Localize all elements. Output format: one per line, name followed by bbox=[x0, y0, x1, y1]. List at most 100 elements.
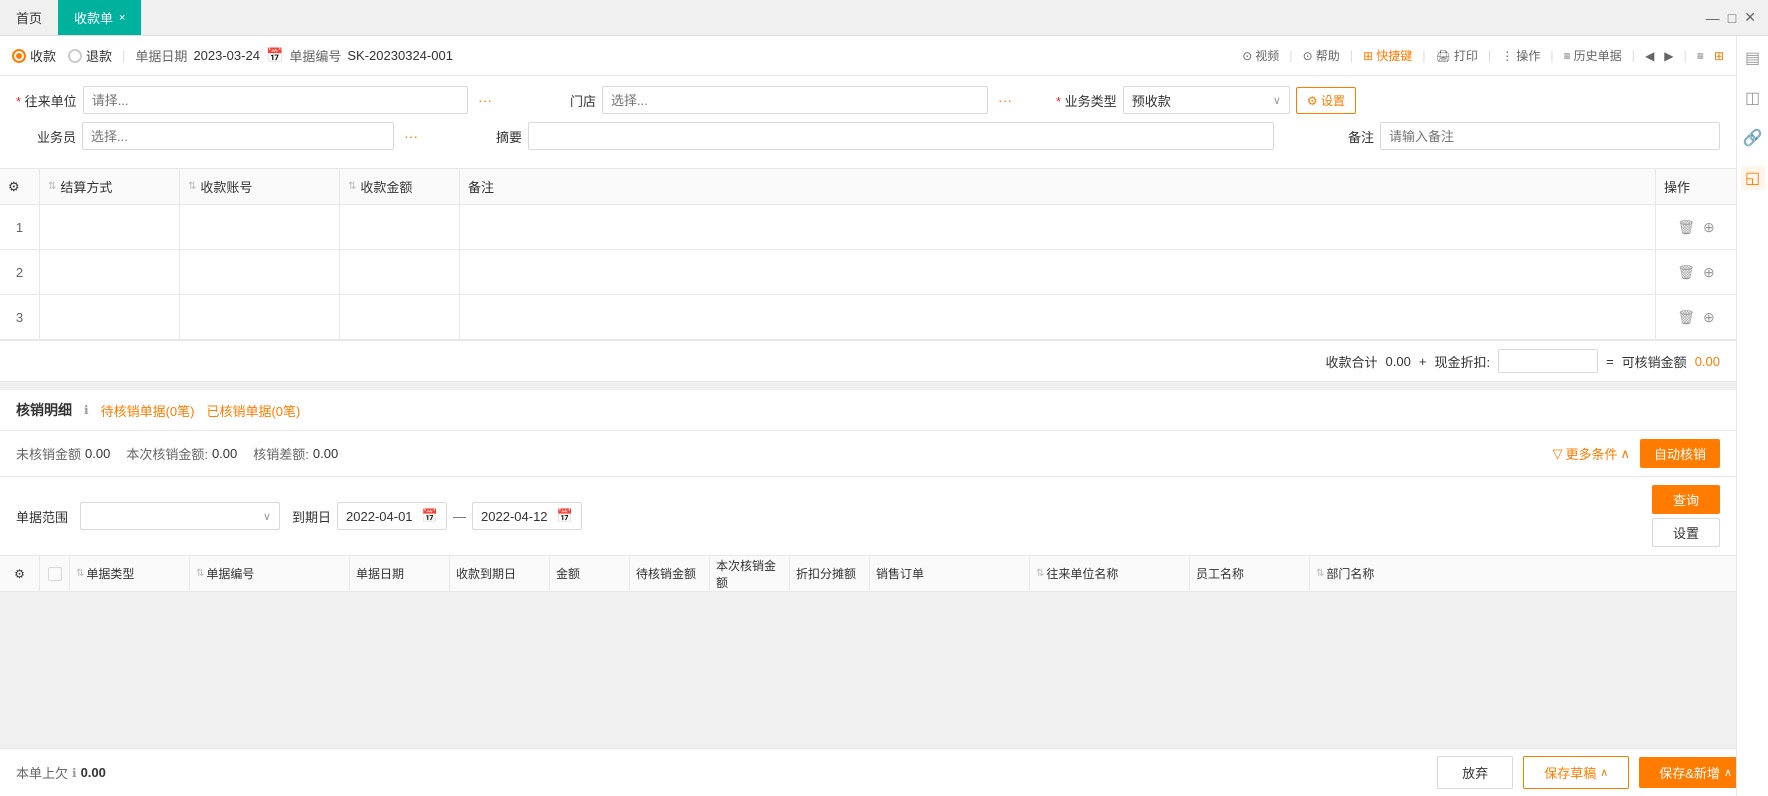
store-more-icon[interactable]: ··· bbox=[994, 92, 1016, 108]
date-to-input[interactable]: 2022-04-12 📅 bbox=[472, 502, 582, 530]
staff-label: 业务员 bbox=[16, 127, 76, 146]
help-btn[interactable]: ⊙ 帮助 bbox=[1303, 47, 1340, 64]
form-settings-button[interactable]: ⚙ 设置 bbox=[1296, 87, 1356, 114]
sidebar-doc-icon[interactable]: ◫ bbox=[1741, 86, 1765, 110]
row2-settlement[interactable] bbox=[40, 250, 180, 294]
staff-input[interactable] bbox=[82, 122, 394, 150]
row3-amount[interactable] bbox=[340, 295, 460, 339]
select-all-checkbox[interactable] bbox=[48, 567, 62, 581]
row1-note[interactable] bbox=[460, 205, 1656, 249]
unverified-stat: 未核销金额 0.00 bbox=[16, 444, 110, 463]
history-label: 历史单据 bbox=[1574, 47, 1622, 64]
summary-input[interactable] bbox=[528, 122, 1274, 150]
row2-account[interactable] bbox=[180, 250, 340, 294]
info-icon[interactable]: ℹ bbox=[84, 403, 89, 417]
current-value: 0.00 bbox=[212, 446, 237, 461]
row3-delete-icon[interactable]: 🗑 bbox=[1677, 309, 1695, 326]
row1-amount[interactable] bbox=[340, 205, 460, 249]
store-input[interactable] bbox=[602, 86, 988, 114]
note-field: 备注 bbox=[1314, 122, 1720, 150]
counterparty-input[interactable] bbox=[83, 86, 468, 114]
toolbar: 收款 退款 | 单据日期 2023-03-24 📅 单据编号 SK-202303… bbox=[0, 36, 1736, 76]
row2-amount[interactable] bbox=[340, 250, 460, 294]
row1-copy-icon[interactable]: ⊕ bbox=[1703, 219, 1715, 236]
row1-settlement[interactable] bbox=[40, 205, 180, 249]
sidebar-table-icon[interactable]: ▤ bbox=[1741, 46, 1765, 70]
grid-icon: ⊞ bbox=[1714, 49, 1724, 63]
counterparty-more-icon[interactable]: ··· bbox=[474, 92, 496, 108]
calendar-icon[interactable]: 📅 bbox=[266, 47, 283, 64]
win-close-button[interactable]: ✕ bbox=[1744, 9, 1756, 26]
row3-note[interactable] bbox=[460, 295, 1656, 339]
filter-actions: 查询 设置 bbox=[1652, 485, 1720, 547]
form-row-2: 业务员 ··· 摘要 备注 bbox=[16, 122, 1720, 150]
footer-info-icon[interactable]: ℹ bbox=[72, 766, 77, 780]
row2-note[interactable] bbox=[460, 250, 1656, 294]
footer: 本单上欠 ℹ 0.00 放弃 保存草稿 ∧ 保存&新增 ∧ bbox=[0, 748, 1768, 796]
done-tab[interactable]: 已核销单据(0笔) bbox=[206, 401, 300, 420]
biz-type-label: 业务类型 bbox=[1056, 91, 1117, 110]
row1-account[interactable] bbox=[180, 205, 340, 249]
row2-copy-icon[interactable]: ⊕ bbox=[1703, 264, 1715, 281]
draft-btn-arrow: ∧ bbox=[1600, 766, 1608, 779]
filter-settings-button[interactable]: 设置 bbox=[1652, 518, 1720, 547]
tab-home[interactable]: 首页 bbox=[0, 0, 58, 35]
receipt-radio[interactable]: 收款 bbox=[12, 46, 56, 65]
more-conditions-btn[interactable]: ▽ 更多条件 ∧ bbox=[1552, 444, 1630, 463]
th-settings[interactable]: ⚙ bbox=[0, 169, 40, 204]
table-header: ⚙ ⇅ 结算方式 ⇅ 收款账号 ⇅ 收款金额 备注 操作 bbox=[0, 169, 1736, 205]
date-to-cal-icon[interactable]: 📅 bbox=[557, 508, 573, 524]
biz-type-select[interactable]: 预收款 ∨ bbox=[1123, 86, 1290, 114]
diff-value: 0.00 bbox=[313, 446, 338, 461]
abandon-button[interactable]: 放弃 bbox=[1437, 756, 1513, 789]
date-separator: — bbox=[453, 509, 466, 524]
grid-btn[interactable]: ⊞ bbox=[1714, 49, 1724, 63]
save-draft-label: 保存草稿 bbox=[1544, 763, 1596, 782]
print-btn[interactable]: 🖨 打印 bbox=[1436, 47, 1478, 64]
history-btn[interactable]: ≡ 历史单据 bbox=[1564, 47, 1622, 64]
discount-input[interactable] bbox=[1498, 349, 1598, 373]
shortcut-btn[interactable]: ⊞ 快捷键 bbox=[1363, 47, 1412, 64]
video-btn[interactable]: ⊙ 视频 bbox=[1242, 47, 1279, 64]
ops-label: 操作 bbox=[1516, 47, 1540, 64]
th-account: ⇅ 收款账号 bbox=[180, 169, 340, 204]
note-input[interactable] bbox=[1380, 122, 1720, 150]
sidebar-link-icon[interactable]: 🔗 bbox=[1741, 126, 1765, 150]
row3-account[interactable] bbox=[180, 295, 340, 339]
date-from-cal-icon[interactable]: 📅 bbox=[422, 508, 438, 524]
refund-radio[interactable]: 退款 bbox=[68, 46, 112, 65]
row1-delete-icon[interactable]: 🗑 bbox=[1677, 219, 1695, 236]
date-to-value: 2022-04-12 bbox=[481, 509, 548, 524]
sidebar-scan-icon[interactable]: ◱ bbox=[1741, 166, 1765, 190]
biz-type-value: 预收款 bbox=[1132, 91, 1171, 110]
auto-reconcile-button[interactable]: 自动核销 bbox=[1640, 439, 1720, 468]
layout-btn[interactable]: ≡ bbox=[1697, 49, 1704, 63]
bottom-table-header: ⚙ ⇅ 单据类型 ⇅ 单据编号 单据日期 收款到期日 金额 bbox=[0, 556, 1736, 592]
row3-copy-icon[interactable]: ⊕ bbox=[1703, 309, 1715, 326]
row2-delete-icon[interactable]: 🗑 bbox=[1677, 264, 1695, 281]
staff-more-icon[interactable]: ··· bbox=[400, 128, 422, 144]
win-max-button[interactable]: □ bbox=[1728, 10, 1736, 26]
main-content: 收款 退款 | 单据日期 2023-03-24 📅 单据编号 SK-202303… bbox=[0, 36, 1736, 748]
save-draft-button[interactable]: 保存草稿 ∧ bbox=[1523, 756, 1629, 789]
nav-prev-btn[interactable]: ◀ bbox=[1645, 49, 1654, 63]
pending-tab[interactable]: 待核销单据(0笔) bbox=[101, 401, 195, 420]
bth-staff: 员工名称 bbox=[1190, 556, 1310, 591]
ops-btn[interactable]: ⋮ 操作 bbox=[1501, 47, 1540, 64]
tab-receipt[interactable]: 收款单 × bbox=[58, 0, 141, 35]
bth-settings[interactable]: ⚙ bbox=[0, 556, 40, 591]
bth-sales-order: 销售订单 bbox=[870, 556, 1030, 591]
nav-next-btn[interactable]: ▶ bbox=[1664, 49, 1673, 63]
print-label: 打印 bbox=[1454, 47, 1478, 64]
row3-settlement[interactable] bbox=[40, 295, 180, 339]
range-select[interactable]: ∨ bbox=[80, 502, 280, 530]
date-from-input[interactable]: 2022-04-01 📅 bbox=[337, 502, 447, 530]
range-label: 单据范围 bbox=[16, 507, 68, 526]
bth-check[interactable] bbox=[40, 556, 70, 591]
th-note: 备注 bbox=[460, 169, 1656, 204]
tab-close-icon[interactable]: × bbox=[119, 12, 125, 24]
win-min-button[interactable]: — bbox=[1706, 10, 1720, 26]
summary-label: 摘要 bbox=[462, 127, 522, 146]
row3-actions: 🗑 ⊕ bbox=[1656, 295, 1736, 339]
query-button[interactable]: 查询 bbox=[1652, 485, 1720, 514]
